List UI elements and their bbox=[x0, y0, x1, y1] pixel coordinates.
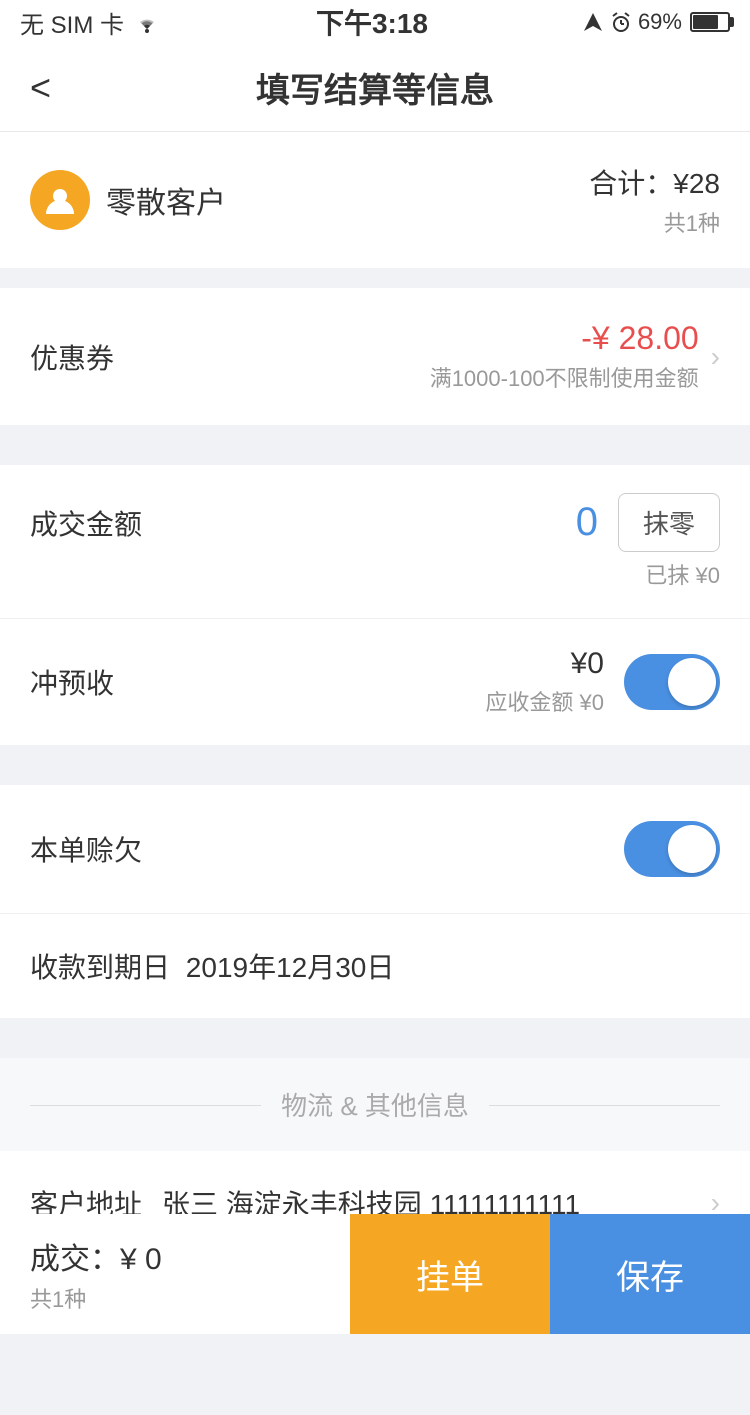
debt-toggle[interactable] bbox=[624, 821, 720, 877]
debt-label: 本单赊欠 bbox=[30, 829, 142, 869]
prepay-right: ¥0 应收金额 ¥0 bbox=[485, 647, 720, 717]
nav-bar: < 填写结算等信息 bbox=[0, 44, 750, 132]
due-date-label: 收款到期日 2019年12月30日 bbox=[30, 952, 402, 983]
section-divider-3 bbox=[0, 1038, 750, 1058]
customer-avatar bbox=[30, 170, 90, 230]
debt-row: 本单赊欠 bbox=[0, 785, 750, 913]
prepay-toggle[interactable] bbox=[624, 654, 720, 710]
prepay-values: ¥0 应收金额 ¥0 bbox=[485, 647, 604, 717]
page-title: 填写结算等信息 bbox=[256, 63, 494, 112]
bottom-bar: 成交：¥ 0 共1种 挂单 保存 bbox=[0, 1214, 750, 1334]
bottom-deal: 成交：¥ 0 bbox=[30, 1234, 320, 1278]
logistics-label: 物流 & 其他信息 bbox=[261, 1086, 489, 1123]
coupon-chevron-icon: › bbox=[711, 341, 720, 373]
prepay-label: 冲预收 bbox=[30, 662, 114, 702]
bottom-info: 成交：¥ 0 共1种 bbox=[0, 1234, 350, 1314]
prepay-row: 冲预收 ¥0 应收金额 ¥0 bbox=[0, 618, 750, 745]
customer-right: 合计：¥28 共1种 bbox=[589, 162, 720, 238]
customer-total: 合计：¥28 bbox=[589, 162, 720, 202]
amount-label: 成交金额 bbox=[30, 503, 142, 543]
prepay-receivable: 应收金额 ¥0 bbox=[485, 685, 604, 717]
debt-toggle-knob bbox=[668, 825, 716, 873]
transaction-section: 成交金额 0 抹零 已抹 ¥0 冲预收 ¥0 应收金额 ¥0 bbox=[0, 465, 750, 745]
customer-name: 零散客户 bbox=[106, 178, 226, 222]
amount-sub-text: 已抹 ¥0 bbox=[645, 558, 720, 590]
coupon-label: 优惠券 bbox=[30, 337, 114, 377]
customer-left: 零散客户 bbox=[30, 170, 226, 230]
amount-right: 0 抹零 bbox=[576, 493, 720, 552]
coupon-values: -¥ 28.00 满1000-100不限制使用金额 bbox=[430, 320, 699, 393]
user-icon bbox=[42, 182, 78, 218]
hold-button[interactable]: 挂单 bbox=[350, 1214, 550, 1334]
section-divider-2 bbox=[0, 765, 750, 785]
amount-row: 成交金额 0 抹零 bbox=[0, 465, 750, 552]
wifi-icon bbox=[132, 11, 162, 33]
alarm-icon bbox=[610, 11, 632, 33]
customer-count: 共1种 bbox=[589, 206, 720, 238]
status-bar: 无 SIM 卡 下午3:18 69% bbox=[0, 0, 750, 44]
amount-value[interactable]: 0 bbox=[576, 500, 598, 545]
coupon-row[interactable]: 优惠券 -¥ 28.00 满1000-100不限制使用金额 › bbox=[0, 288, 750, 425]
back-button[interactable]: < bbox=[30, 67, 51, 109]
location-icon bbox=[582, 11, 604, 33]
coupon-section: 优惠券 -¥ 28.00 满1000-100不限制使用金额 › bbox=[0, 288, 750, 425]
status-right: 69% bbox=[582, 9, 730, 35]
coupon-discount: -¥ 28.00 bbox=[430, 320, 699, 357]
coupon-right: -¥ 28.00 满1000-100不限制使用金额 › bbox=[430, 320, 720, 393]
status-left: 无 SIM 卡 bbox=[20, 5, 162, 40]
amount-sub-row: 已抹 ¥0 bbox=[0, 552, 750, 618]
bottom-count: 共1种 bbox=[30, 1282, 320, 1314]
save-button[interactable]: 保存 bbox=[550, 1214, 750, 1334]
status-time: 下午3:18 bbox=[316, 2, 428, 42]
date-row[interactable]: 收款到期日 2019年12月30日 bbox=[0, 913, 750, 1018]
customer-row[interactable]: 零散客户 合计：¥28 共1种 bbox=[0, 132, 750, 268]
section-divider-1 bbox=[0, 445, 750, 465]
prepay-amount: ¥0 bbox=[485, 647, 604, 681]
due-date-value: 2019年12月30日 bbox=[186, 952, 395, 983]
battery-percent: 69% bbox=[638, 9, 682, 35]
coupon-description: 满1000-100不限制使用金额 bbox=[430, 361, 699, 393]
toggle-knob bbox=[668, 658, 716, 706]
logistics-section: 物流 & 其他信息 bbox=[0, 1058, 750, 1151]
round-button[interactable]: 抹零 bbox=[618, 493, 720, 552]
battery-icon bbox=[690, 12, 730, 32]
debt-section: 本单赊欠 收款到期日 2019年12月30日 bbox=[0, 785, 750, 1018]
bottom-deal-amount: ¥ 0 bbox=[120, 1243, 162, 1276]
customer-section: 零散客户 合计：¥28 共1种 bbox=[0, 132, 750, 268]
carrier-text: 无 SIM 卡 bbox=[20, 5, 124, 40]
